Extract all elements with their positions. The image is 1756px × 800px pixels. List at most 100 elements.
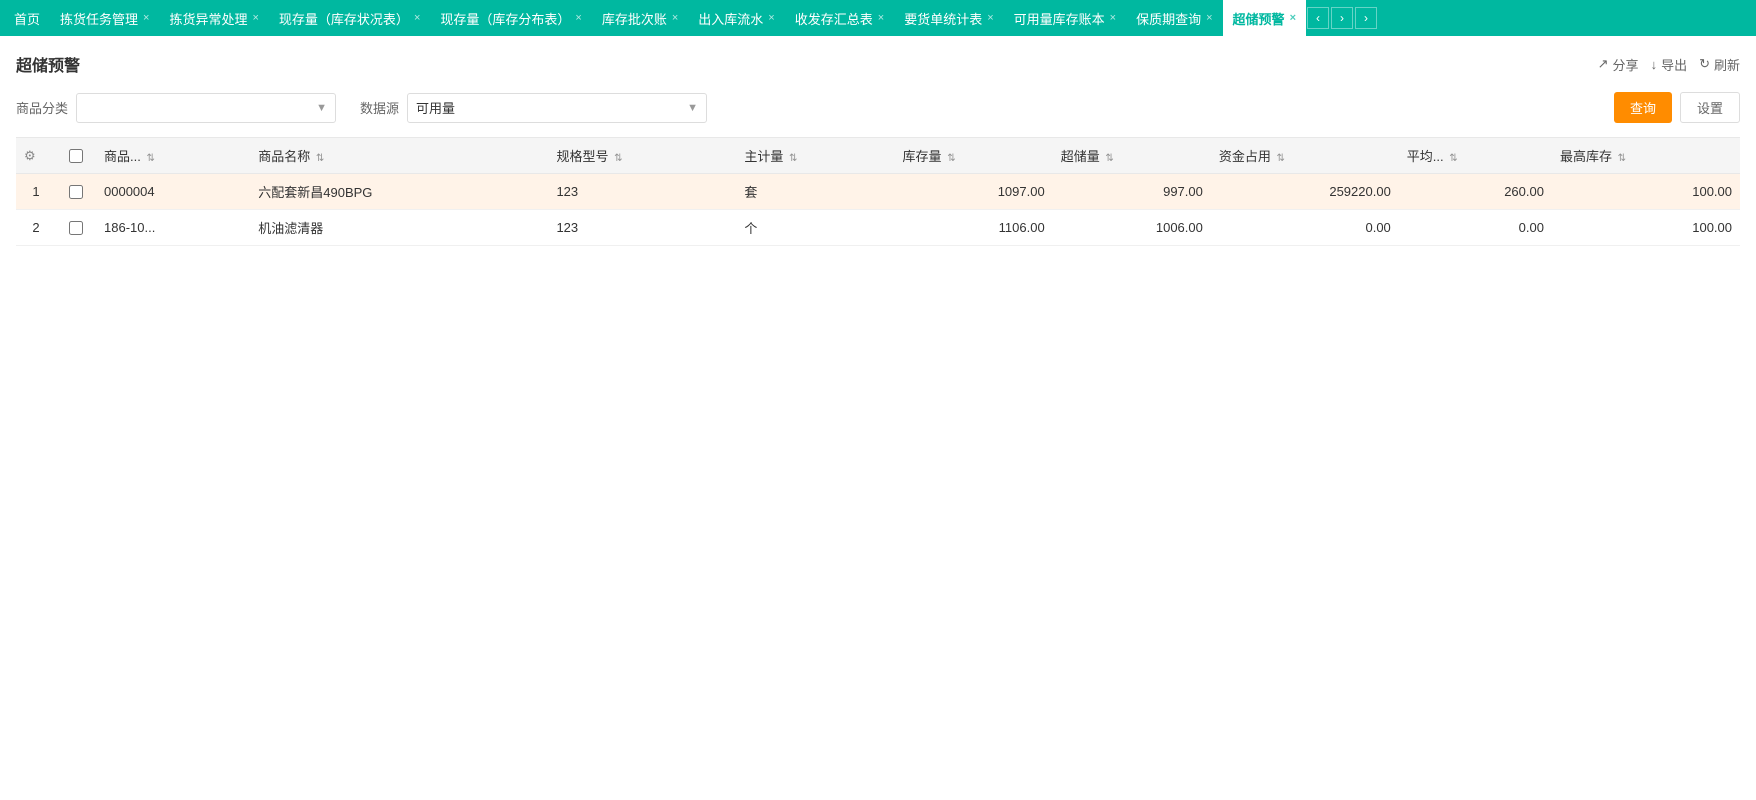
cell-overstock-qty: 1006.00 bbox=[1053, 210, 1211, 246]
sort-icon: ⇅ bbox=[1277, 153, 1285, 164]
th-unit[interactable]: 主计量 ⇅ bbox=[736, 138, 894, 174]
settings-button[interactable]: 设置 bbox=[1680, 92, 1740, 123]
th-capital-occ[interactable]: 资金占用 ⇅ bbox=[1211, 138, 1399, 174]
th-max-stock[interactable]: 最高库存 ⇅ bbox=[1552, 138, 1740, 174]
cell-product-code: 0000004 bbox=[96, 174, 250, 210]
cell-stock-qty: 1097.00 bbox=[895, 174, 1053, 210]
query-button[interactable]: 查询 bbox=[1614, 92, 1672, 123]
table-header: ⚙ 商品... ⇅ 商品名称 ⇅ 规格型号 ⇅ bbox=[16, 138, 1740, 174]
datasource-select[interactable]: 可用量 ▼ bbox=[407, 93, 707, 123]
refresh-icon: ↻ bbox=[1699, 56, 1710, 72]
page-header: 超储预警 ↗ 分享 ↓ 导出 ↻ 刷新 bbox=[16, 52, 1740, 76]
nav-item-stock-status[interactable]: 现存量（库存状况表） × bbox=[269, 0, 430, 36]
nav-item-shelf-life[interactable]: 保质期查询 × bbox=[1126, 0, 1222, 36]
nav-next-arrow[interactable]: › bbox=[1331, 7, 1353, 29]
cell-stock-qty: 1106.00 bbox=[895, 210, 1053, 246]
cell-capital-occ: 259220.00 bbox=[1211, 174, 1399, 210]
data-table: ⚙ 商品... ⇅ 商品名称 ⇅ 规格型号 ⇅ bbox=[16, 137, 1740, 246]
cell-spec: 123 bbox=[548, 210, 736, 246]
nav-item-overstock[interactable]: 超储预警 × bbox=[1223, 0, 1306, 36]
nav-more-arrow[interactable]: › bbox=[1355, 7, 1377, 29]
nav-bar: 首页 拣货任务管理 × 拣货异常处理 × 现存量（库存状况表） × 现存量（库存… bbox=[0, 0, 1756, 36]
export-button[interactable]: ↓ 导出 bbox=[1651, 55, 1688, 74]
close-icon[interactable]: × bbox=[414, 12, 420, 24]
th-product-name[interactable]: 商品名称 ⇅ bbox=[250, 138, 548, 174]
close-icon[interactable]: × bbox=[987, 12, 993, 24]
table-row: 1 0000004 六配套新昌490BPG 123 套 1097.00 997.… bbox=[16, 174, 1740, 210]
sort-icon: ⇅ bbox=[947, 153, 955, 164]
nav-item-stock-dist[interactable]: 现存量（库存分布表） × bbox=[430, 0, 591, 36]
filter-buttons: 查询 设置 bbox=[1614, 92, 1740, 123]
sort-icon: ⇅ bbox=[789, 153, 797, 164]
close-icon[interactable]: × bbox=[252, 12, 258, 24]
nav-prev-arrow[interactable]: ‹ bbox=[1307, 7, 1329, 29]
header-actions: ↗ 分享 ↓ 导出 ↻ 刷新 bbox=[1598, 55, 1740, 74]
row-checkbox[interactable] bbox=[69, 221, 83, 235]
filter-row: 商品分类 ▼ 数据源 可用量 ▼ 查询 设置 bbox=[16, 92, 1740, 123]
cell-product-name: 机油滤清器 bbox=[250, 210, 548, 246]
row-index: 2 bbox=[16, 210, 56, 246]
close-icon[interactable]: × bbox=[575, 12, 581, 24]
row-checkbox-cell bbox=[56, 174, 96, 210]
sort-icon: ⇅ bbox=[1105, 153, 1113, 164]
page-content: 超储预警 ↗ 分享 ↓ 导出 ↻ 刷新 商品分类 ▼ 数据源 bbox=[0, 36, 1756, 800]
cell-overstock-qty: 997.00 bbox=[1053, 174, 1211, 210]
th-checkbox bbox=[56, 138, 96, 174]
nav-item-collect-summary[interactable]: 收发存汇总表 × bbox=[785, 0, 894, 36]
table-body: 1 0000004 六配套新昌490BPG 123 套 1097.00 997.… bbox=[16, 174, 1740, 246]
close-icon[interactable]: × bbox=[143, 12, 149, 24]
th-spec[interactable]: 规格型号 ⇅ bbox=[548, 138, 736, 174]
datasource-select-value: 可用量 bbox=[416, 98, 687, 117]
datasource-filter: 数据源 可用量 ▼ bbox=[360, 93, 707, 123]
th-product-code[interactable]: 商品... ⇅ bbox=[96, 138, 250, 174]
category-filter: 商品分类 ▼ bbox=[16, 93, 336, 123]
th-overstock-qty[interactable]: 超储量 ⇅ bbox=[1053, 138, 1211, 174]
nav-item-order-stats[interactable]: 要货单统计表 × bbox=[894, 0, 1003, 36]
table-row: 2 186-10... 机油滤清器 123 个 1106.00 1006.00 … bbox=[16, 210, 1740, 246]
nav-item-task-mgmt[interactable]: 拣货任务管理 × bbox=[50, 0, 159, 36]
nav-item-avail-stock[interactable]: 可用量库存账本 × bbox=[1004, 0, 1126, 36]
nav-item-stock-batch[interactable]: 库存批次账 × bbox=[592, 0, 688, 36]
cell-max-stock: 100.00 bbox=[1552, 210, 1740, 246]
chevron-down-icon: ▼ bbox=[316, 102, 327, 114]
cell-unit: 套 bbox=[736, 174, 894, 210]
nav-item-home[interactable]: 首页 bbox=[4, 0, 50, 36]
cell-product-name: 六配套新昌490BPG bbox=[250, 174, 548, 210]
page-title: 超储预警 bbox=[16, 52, 80, 76]
cell-capital-occ: 0.00 bbox=[1211, 210, 1399, 246]
cell-avg: 0.00 bbox=[1399, 210, 1552, 246]
select-all-checkbox[interactable] bbox=[69, 149, 83, 163]
category-label: 商品分类 bbox=[16, 98, 68, 117]
share-icon: ↗ bbox=[1598, 56, 1609, 72]
cell-max-stock: 100.00 bbox=[1552, 174, 1740, 210]
sort-icon: ⇅ bbox=[1618, 153, 1626, 164]
close-icon[interactable]: × bbox=[1290, 12, 1296, 24]
close-icon[interactable]: × bbox=[1110, 12, 1116, 24]
cell-product-code: 186-10... bbox=[96, 210, 250, 246]
category-select[interactable]: ▼ bbox=[76, 93, 336, 123]
close-icon[interactable]: × bbox=[672, 12, 678, 24]
nav-item-abnormal[interactable]: 拣货异常处理 × bbox=[159, 0, 268, 36]
row-checkbox-cell bbox=[56, 210, 96, 246]
close-icon[interactable]: × bbox=[1206, 12, 1212, 24]
nav-item-in-out-flow[interactable]: 出入库流水 × bbox=[688, 0, 784, 36]
cell-unit: 个 bbox=[736, 210, 894, 246]
th-stock-qty[interactable]: 库存量 ⇅ bbox=[895, 138, 1053, 174]
close-icon[interactable]: × bbox=[878, 12, 884, 24]
gear-icon[interactable]: ⚙ bbox=[24, 148, 36, 163]
sort-icon: ⇅ bbox=[146, 153, 154, 164]
sort-icon: ⇅ bbox=[614, 153, 622, 164]
row-index: 1 bbox=[16, 174, 56, 210]
th-avg[interactable]: 平均... ⇅ bbox=[1399, 138, 1552, 174]
cell-spec: 123 bbox=[548, 174, 736, 210]
refresh-button[interactable]: ↻ 刷新 bbox=[1699, 55, 1740, 74]
chevron-down-icon: ▼ bbox=[687, 102, 698, 114]
close-icon[interactable]: × bbox=[768, 12, 774, 24]
sort-icon: ⇅ bbox=[1449, 153, 1457, 164]
th-settings[interactable]: ⚙ bbox=[16, 138, 56, 174]
datasource-label: 数据源 bbox=[360, 98, 399, 117]
cell-avg: 260.00 bbox=[1399, 174, 1552, 210]
export-icon: ↓ bbox=[1651, 57, 1658, 72]
row-checkbox[interactable] bbox=[69, 185, 83, 199]
share-button[interactable]: ↗ 分享 bbox=[1598, 55, 1639, 74]
